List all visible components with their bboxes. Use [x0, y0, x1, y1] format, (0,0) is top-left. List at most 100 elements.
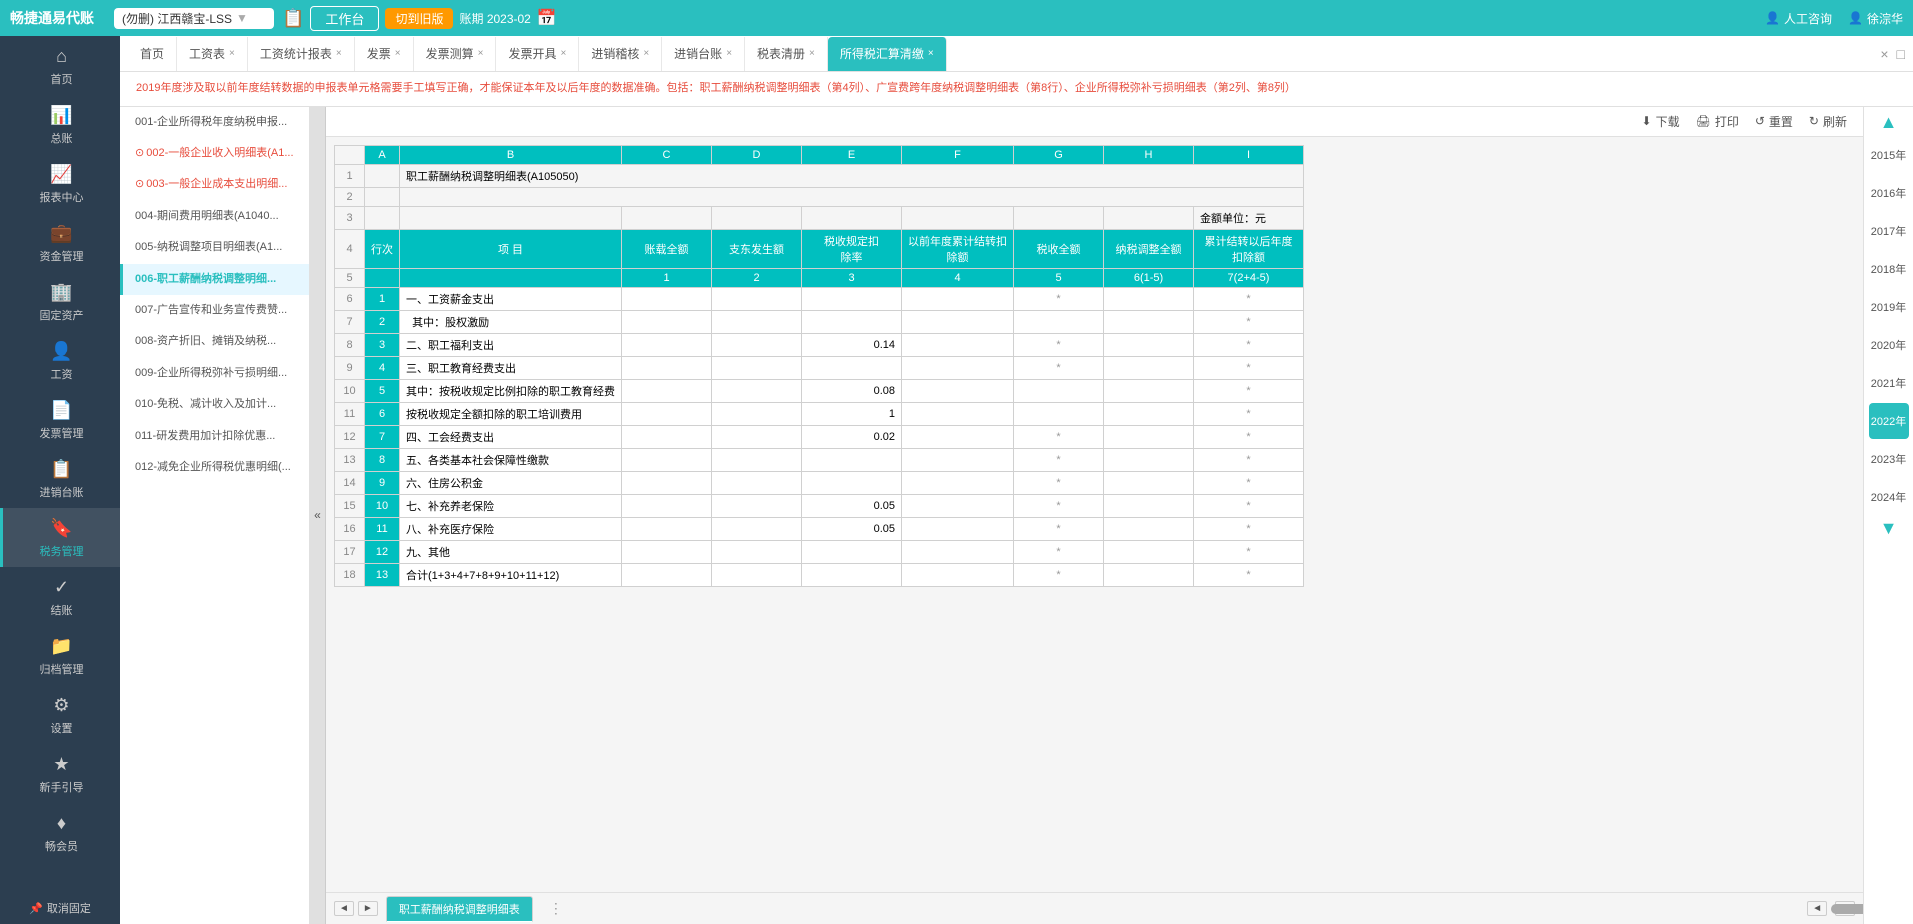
- old-version-button[interactable]: 切到旧版: [385, 8, 453, 29]
- sidebar-item-guide[interactable]: ★ 新手引导: [0, 744, 120, 803]
- year-2020[interactable]: 2020年: [1869, 327, 1909, 363]
- list-item-004[interactable]: 004-期间费用明细表(A1040...: [120, 201, 309, 232]
- col-header-a: A: [365, 145, 400, 164]
- user-menu[interactable]: 👤 徐淙华: [1848, 10, 1903, 27]
- year-2015[interactable]: 2015年: [1869, 137, 1909, 173]
- close-icon[interactable]: ×: [478, 48, 484, 59]
- sidebar-item-payroll[interactable]: 👤 工资: [0, 331, 120, 390]
- list-item-007[interactable]: 007-广告宣传和业务宣传费赞...: [120, 295, 309, 326]
- table-row: 7 2 其中：股权激励 *: [335, 310, 1304, 333]
- close-icon[interactable]: ×: [395, 48, 401, 59]
- year-2019[interactable]: 2019年: [1869, 289, 1909, 325]
- sidebar-item-invoice[interactable]: 📄 发票管理: [0, 390, 120, 449]
- sidebar-item-ledger[interactable]: 📊 总账: [0, 95, 120, 154]
- scroll-right-button[interactable]: ►: [358, 901, 378, 916]
- table-toolbar: ⬇ 下载 🖨 打印 ↺ 重置 ↻ 刷新: [326, 107, 1863, 137]
- close-icon[interactable]: ×: [726, 48, 732, 59]
- more-icon[interactable]: ⋮: [549, 900, 563, 917]
- download-button[interactable]: ⬇ 下载: [1642, 113, 1680, 130]
- maximize-button[interactable]: □: [1897, 46, 1905, 62]
- list-item-009[interactable]: 009-企业所得税弥补亏损明细...: [120, 358, 309, 389]
- app-logo: 畅捷通易代账: [10, 8, 94, 28]
- table-scroll[interactable]: A B C D E F G H I: [326, 137, 1863, 892]
- year-2023[interactable]: 2023年: [1869, 441, 1909, 477]
- cancel-fixed-button[interactable]: 📌 取消固定: [0, 892, 120, 924]
- sidebar-item-closing[interactable]: ✓ 结账: [0, 567, 120, 626]
- user-avatar: 👤: [1848, 11, 1863, 25]
- reset-button[interactable]: ↺ 重置: [1755, 113, 1793, 130]
- calendar-icon2[interactable]: 📅: [537, 8, 557, 28]
- close-icon[interactable]: ×: [229, 48, 235, 59]
- col7-label: 累计结转以后年度扣除额: [1194, 229, 1304, 268]
- sidebar-item-member[interactable]: ♦ 畅会员: [0, 803, 120, 862]
- col-label-row: 4 行次 项 目 账载全额 支东发生额 税收规定扣除率 以前年度累计结转扣除额 …: [335, 229, 1304, 268]
- tab-tax-list[interactable]: 税表清册 ×: [745, 37, 828, 71]
- table-row: 18 13 合计(1+3+4+7+8+9+10+11+12) *: [335, 563, 1304, 586]
- year-2021[interactable]: 2021年: [1869, 365, 1909, 401]
- sidebar-item-home[interactable]: ⌂ 首页: [0, 36, 120, 95]
- list-item-010[interactable]: 010-免税、减计收入及加计...: [120, 389, 309, 420]
- cell-1a[interactable]: [365, 164, 400, 187]
- col-subnum-row: 5 1 2 3 4 5 6(1-5) 7(2+4-5): [335, 268, 1304, 287]
- tab-income-tax[interactable]: 所得税汇算清缴 ×: [828, 37, 947, 71]
- print-button[interactable]: 🖨 打印: [1696, 113, 1739, 130]
- table-row: 1 职工薪酬纳税调整明细表(A105050): [335, 164, 1304, 187]
- invoice-icon: 📄: [50, 400, 72, 421]
- table-row: 6 1 一、工资薪金支出 * *: [335, 287, 1304, 310]
- year-2018[interactable]: 2018年: [1869, 251, 1909, 287]
- close-icon[interactable]: ×: [560, 48, 566, 59]
- tab-bar: 首页 工资表 × 工资统计报表 × 发票 × 发票测算 ×: [120, 36, 1913, 72]
- close-icon[interactable]: ×: [928, 48, 934, 59]
- tab-payroll[interactable]: 工资表 ×: [177, 37, 248, 71]
- sidebar-item-tax[interactable]: 🔖 税务管理: [0, 508, 120, 567]
- tab-purchase-check[interactable]: 进销稽核 ×: [579, 37, 662, 71]
- sidebar-item-sales[interactable]: 📋 进销台账: [0, 449, 120, 508]
- tab-payroll-report[interactable]: 工资统计报表 ×: [248, 37, 355, 71]
- notice-text: 2019年度涉及取以前年度结转数据的申报表单元格需要手工填写正确，才能保证本年及…: [136, 82, 1296, 94]
- list-item-011[interactable]: 011-研发费用加计扣除优惠...: [120, 421, 309, 452]
- company-selector[interactable]: (勿删) 江西赣宝-LSS ▼: [114, 8, 274, 29]
- list-item-002[interactable]: ⊙002-一般企业收入明细表(A1...: [120, 138, 309, 169]
- refresh-button[interactable]: ↻ 刷新: [1809, 113, 1847, 130]
- close-icon[interactable]: ×: [643, 48, 649, 59]
- year-2016[interactable]: 2016年: [1869, 175, 1909, 211]
- tab-invoice-calc[interactable]: 发票测算 ×: [414, 37, 497, 71]
- sidebar-item-label: 总账: [51, 130, 73, 146]
- h-scroll-left[interactable]: ◄: [1807, 901, 1827, 916]
- tab-home[interactable]: 首页: [128, 37, 177, 71]
- collapse-panel-button[interactable]: «: [310, 107, 326, 924]
- table-row: 16 11 八、补充医疗保险 0.05 * *: [335, 517, 1304, 540]
- tab-invoice[interactable]: 发票 ×: [355, 37, 414, 71]
- sidebar-item-settings[interactable]: ⚙ 设置: [0, 685, 120, 744]
- work-area: 001-企业所得税年度纳税申报... ⊙002-一般企业收入明细表(A1... …: [120, 107, 1913, 924]
- reset-icon: ↺: [1755, 114, 1765, 128]
- year-2024[interactable]: 2024年: [1869, 479, 1909, 515]
- notice-bar: 2019年度涉及取以前年度结转数据的申报表单元格需要手工填写正确，才能保证本年及…: [120, 72, 1913, 107]
- close-icon[interactable]: ×: [809, 48, 815, 59]
- service-button[interactable]: 👤 人工咨询: [1765, 10, 1832, 27]
- scroll-left-button[interactable]: ◄: [334, 901, 354, 916]
- list-item-012[interactable]: 012-减免企业所得税优惠明细(...: [120, 452, 309, 483]
- year-nav-down[interactable]: ▼: [1880, 517, 1898, 541]
- sidebar-item-label: 首页: [51, 71, 73, 87]
- list-item-008[interactable]: 008-资产折旧、摊销及纳税...: [120, 326, 309, 357]
- year-2017[interactable]: 2017年: [1869, 213, 1909, 249]
- tab-purchase-ledger[interactable]: 进销台账 ×: [662, 37, 745, 71]
- list-item-006[interactable]: 006-职工薪酬纳税调整明细...: [120, 264, 309, 295]
- tab-invoice-issue[interactable]: 发票开具 ×: [496, 37, 579, 71]
- list-item-001[interactable]: 001-企业所得税年度纳税申报...: [120, 107, 309, 138]
- sidebar-item-fixed-asset[interactable]: 🏢 固定资产: [0, 272, 120, 331]
- sidebar-item-report[interactable]: 📈 报表中心: [0, 154, 120, 213]
- sidebar-item-label: 归档管理: [40, 661, 84, 677]
- close-tab-button[interactable]: ×: [1880, 46, 1888, 62]
- year-nav-up[interactable]: ▲: [1880, 111, 1898, 135]
- list-item-005[interactable]: 005-纳税调整项目明细表(A1...: [120, 232, 309, 263]
- year-2022[interactable]: 2022年: [1869, 403, 1909, 439]
- close-icon[interactable]: ×: [336, 48, 342, 59]
- sidebar-item-archive[interactable]: 📁 归档管理: [0, 626, 120, 685]
- sidebar-item-asset[interactable]: 💼 资金管理: [0, 213, 120, 272]
- sheet-tab[interactable]: 职工薪酬纳税调整明细表: [386, 896, 533, 922]
- list-item-003[interactable]: ⊙003-一般企业成本支出明细...: [120, 169, 309, 200]
- calendar-icon[interactable]: 📋: [282, 8, 304, 29]
- workspace-button[interactable]: 工作台: [310, 6, 379, 31]
